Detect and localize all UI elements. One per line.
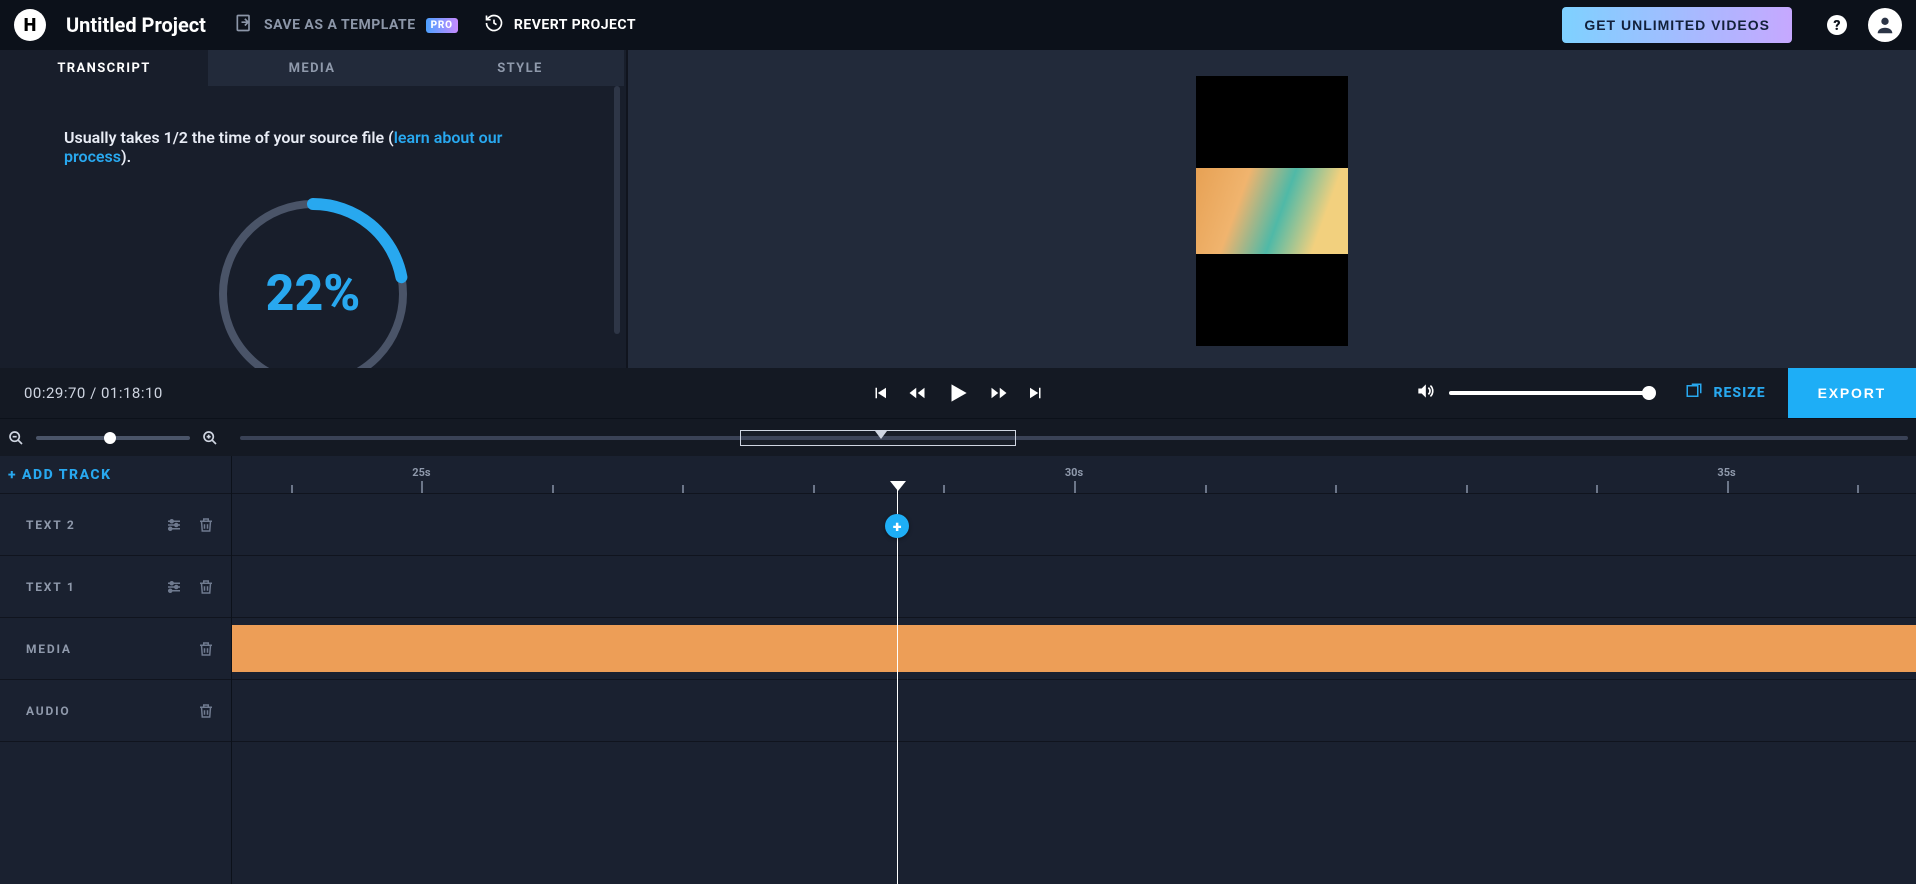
video-canvas[interactable] [1196,76,1348,346]
export-button[interactable]: EXPORT [1788,368,1916,418]
track-label-text1: TEXT 1 [0,556,231,618]
track-delete-icon[interactable] [197,516,215,534]
overview-playhead-icon[interactable] [875,431,887,439]
track-delete-icon[interactable] [197,640,215,658]
track-settings-icon[interactable] [165,516,183,534]
zoom-slider[interactable] [36,436,190,440]
main-split: TRANSCRIPT MEDIA STYLE Usually takes 1/2… [0,50,1916,368]
track-rows [232,494,1916,742]
track-label-audio: AUDIO [0,680,231,742]
pro-badge: PRO [426,18,458,33]
template-icon [234,13,254,37]
timecode: 00:29:70 / 01:18:10 [24,384,163,402]
get-unlimited-button[interactable]: GET UNLIMITED VIDEOS [1562,7,1792,43]
timeline-ruler[interactable]: 25s 30s 35s [232,456,1916,494]
fast-forward-icon[interactable] [989,384,1009,402]
transport-controls [871,380,1045,406]
top-bar: H Untitled Project SAVE AS A TEMPLATE PR… [0,0,1916,50]
ruler-label: 30s [1065,466,1083,479]
volume-control[interactable] [1415,381,1649,405]
revert-icon [484,13,504,37]
ruler-label: 25s [412,466,430,479]
tab-transcript[interactable]: TRANSCRIPT [0,50,208,86]
track-labels: + ADD TRACK TEXT 2 TEXT 1 MEDIA AUDIO [0,456,232,884]
overview-track[interactable] [240,436,1908,440]
processing-suffix: ). [121,147,131,166]
project-title[interactable]: Untitled Project [66,13,206,37]
resize-icon [1685,382,1703,404]
processing-message: Usually takes 1/2 the time of your sourc… [0,86,626,166]
resize-label: RESIZE [1713,385,1765,401]
zoom-in-icon[interactable] [202,430,218,446]
svg-text:?: ? [1833,18,1840,34]
track-label-text2: TEXT 2 [0,494,231,556]
ruler-label: 35s [1717,466,1735,479]
progress-ring: 22% [213,194,413,368]
track-name: TEXT 2 [26,518,151,532]
video-preview-panel [626,50,1916,368]
rewind-icon[interactable] [907,384,927,402]
track-delete-icon[interactable] [197,578,215,596]
tab-media[interactable]: MEDIA [208,50,416,86]
tab-style[interactable]: STYLE [416,50,624,86]
track-name: MEDIA [26,642,183,656]
zoom-out-icon[interactable] [8,430,24,446]
account-avatar[interactable] [1868,8,1902,42]
add-clip-button[interactable]: + [885,514,909,538]
media-clip[interactable] [232,625,1916,672]
zoom-thumb[interactable] [104,432,116,444]
track-row-media[interactable] [232,618,1916,680]
app-logo[interactable]: H [14,9,46,41]
track-delete-icon[interactable] [197,702,215,720]
playhead[interactable] [897,482,898,884]
timeline: + ADD TRACK TEXT 2 TEXT 1 MEDIA AUDIO 25… [0,456,1916,884]
resize-button[interactable]: RESIZE [1685,382,1765,404]
track-name: TEXT 1 [26,580,151,594]
revert-project-button[interactable]: REVERT PROJECT [484,13,636,37]
volume-slider[interactable] [1449,391,1649,395]
add-track-button[interactable]: + ADD TRACK [0,456,231,494]
transcript-content: Usually takes 1/2 the time of your sourc… [0,86,626,368]
video-frame-image [1196,168,1348,254]
help-icon[interactable]: ? [1822,10,1852,40]
play-icon[interactable] [945,380,971,406]
left-panel: TRANSCRIPT MEDIA STYLE Usually takes 1/2… [0,50,626,368]
volume-thumb[interactable] [1642,386,1656,400]
revert-label: REVERT PROJECT [514,17,636,33]
track-row-text1[interactable] [232,556,1916,618]
progress-percent: 22% [213,194,413,368]
volume-icon[interactable] [1415,381,1435,405]
track-row-text2[interactable] [232,494,1916,556]
processing-prefix: Usually takes 1/2 the time of your sourc… [64,128,394,147]
track-row-audio[interactable] [232,680,1916,742]
overview-row [0,418,1916,456]
track-label-media: MEDIA [0,618,231,680]
scrollbar[interactable] [614,86,620,334]
track-area[interactable]: 25s 30s 35s + [232,456,1916,884]
left-panel-tabs: TRANSCRIPT MEDIA STYLE [0,50,626,86]
track-settings-icon[interactable] [165,578,183,596]
player-bar: 00:29:70 / 01:18:10 RESIZE EXPORT [0,368,1916,418]
save-as-template-button[interactable]: SAVE AS A TEMPLATE PRO [234,13,458,37]
save-template-label: SAVE AS A TEMPLATE [264,17,416,33]
skip-start-icon[interactable] [871,384,889,402]
skip-end-icon[interactable] [1027,384,1045,402]
track-name: AUDIO [26,704,183,718]
